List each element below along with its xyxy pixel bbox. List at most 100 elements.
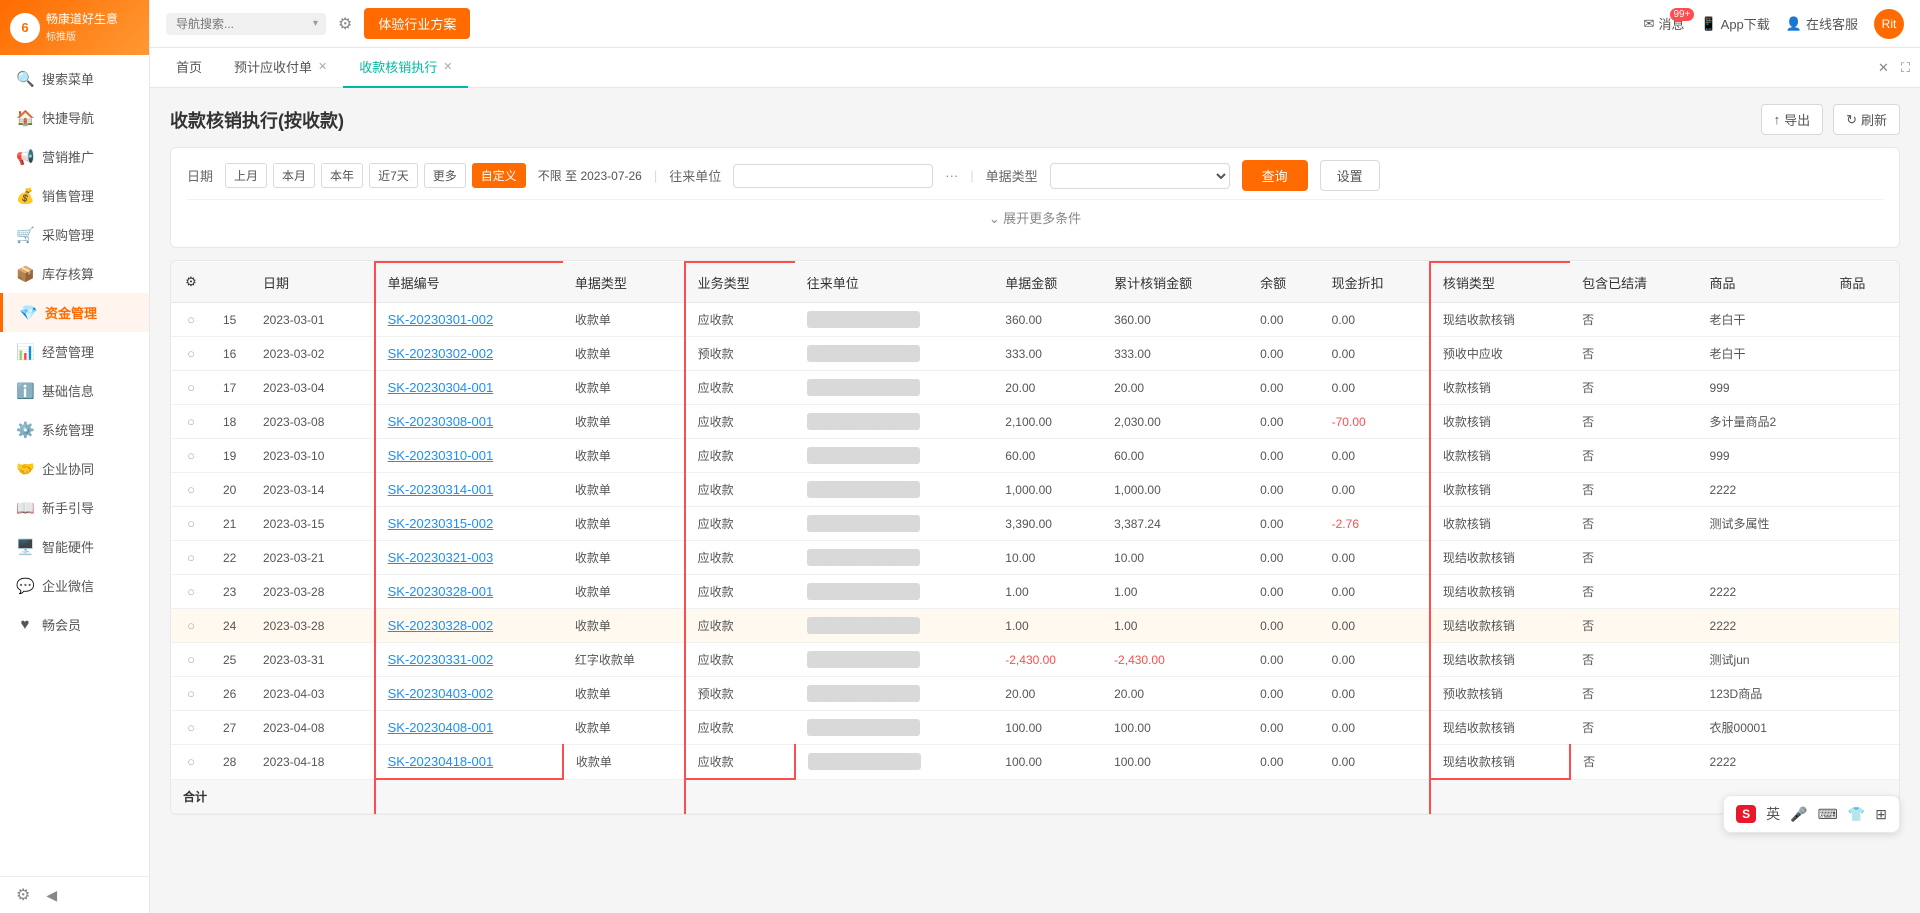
col-partner[interactable]: 往来单位 <box>795 262 993 303</box>
date-btn-更多[interactable]: 更多 <box>424 163 466 188</box>
cell-gear[interactable]: ○ <box>171 541 211 575</box>
cell-date: 2023-04-18 <box>251 745 375 780</box>
col-goods2[interactable]: 商品 <box>1827 262 1899 303</box>
cell-cashdiscount: 0.00 <box>1320 337 1430 371</box>
sougou-text-icon[interactable]: 英 <box>1766 804 1780 824</box>
app-download-button[interactable]: 📱 App下载 <box>1700 14 1769 33</box>
date-btn-近7天[interactable]: 近7天 <box>369 163 418 188</box>
cell-gear[interactable]: ○ <box>171 609 211 643</box>
docno-link[interactable]: SK-20230403-002 <box>388 686 494 701</box>
sidebar-item-quicknav[interactable]: 🏠快捷导航 <box>0 98 149 137</box>
cell-gear[interactable]: ○ <box>171 371 211 405</box>
cell-gear[interactable]: ○ <box>171 303 211 337</box>
col-docno[interactable]: 单据编号 <box>375 262 563 303</box>
col-gear[interactable]: ⚙ <box>171 262 211 303</box>
docno-link[interactable]: SK-20230301-002 <box>388 312 494 327</box>
sidebar-item-purchase[interactable]: 🛒采购管理 <box>0 215 149 254</box>
sidebar-collapse-icon[interactable]: ◀ <box>46 887 57 904</box>
service-button[interactable]: 👤 在线客服 <box>1786 14 1858 33</box>
docno-link[interactable]: SK-20230314-001 <box>388 482 494 497</box>
sidebar-item-basic[interactable]: ℹ️基础信息 <box>0 371 149 410</box>
col-date[interactable]: 日期 <box>251 262 375 303</box>
cell-gear[interactable]: ○ <box>171 575 211 609</box>
cell-gear[interactable]: ○ <box>171 711 211 745</box>
date-btn-custom[interactable]: 自定义 <box>472 163 526 188</box>
docno-link[interactable]: SK-20230331-002 <box>388 652 494 667</box>
export-button[interactable]: ↑ 导出 <box>1761 104 1824 135</box>
sidebar-item-sales[interactable]: 💰销售管理 <box>0 176 149 215</box>
partner-more[interactable]: ··· <box>945 168 958 183</box>
mic-icon[interactable]: 🎤 <box>1790 806 1807 823</box>
sidebar-item-system[interactable]: ⚙️系统管理 <box>0 410 149 449</box>
user-avatar[interactable]: Rit <box>1874 9 1904 39</box>
sidebar-item-hardware[interactable]: 🖥️智能硬件 <box>0 527 149 566</box>
query-button[interactable]: 查询 <box>1242 160 1308 191</box>
col-amount[interactable]: 单据金额 <box>993 262 1102 303</box>
cell-cumverify: 20.00 <box>1102 677 1248 711</box>
cell-gear[interactable]: ○ <box>171 439 211 473</box>
docno-link[interactable]: SK-20230328-001 <box>388 584 494 599</box>
docno-link[interactable]: SK-20230408-001 <box>388 720 494 735</box>
tab-close-icon[interactable]: ✕ <box>318 60 327 73</box>
shirt-icon[interactable]: 👕 <box>1848 806 1865 823</box>
cell-gear[interactable]: ○ <box>171 507 211 541</box>
cell-gear[interactable]: ○ <box>171 677 211 711</box>
date-btn-本月[interactable]: 本月 <box>273 163 315 188</box>
cell-gear[interactable]: ○ <box>171 643 211 677</box>
docno-link[interactable]: SK-20230328-002 <box>388 618 494 633</box>
cell-date: 2023-03-14 <box>251 473 375 507</box>
sidebar-item-finance[interactable]: 💎资金管理 <box>0 293 149 332</box>
col-goods[interactable]: 商品 <box>1698 262 1828 303</box>
tab-预计应收付单[interactable]: 预计应收付单✕ <box>218 48 343 88</box>
docno-link[interactable]: SK-20230310-001 <box>388 448 494 463</box>
grid-icon[interactable]: ⊞ <box>1875 806 1887 823</box>
doctype-select[interactable] <box>1050 163 1230 189</box>
docno-link[interactable]: SK-20230315-002 <box>388 516 494 531</box>
sidebar-item-guide[interactable]: 📖新手引导 <box>0 488 149 527</box>
tab-收款核销执行[interactable]: 收款核销执行✕ <box>343 48 468 88</box>
sidebar-item-search[interactable]: 🔍搜索菜单 <box>0 59 149 98</box>
keyboard-icon[interactable]: ⌨ <box>1818 806 1838 823</box>
docno-link[interactable]: SK-20230321-003 <box>388 550 494 565</box>
cell-gear[interactable]: ○ <box>171 405 211 439</box>
tab-首页[interactable]: 首页 <box>160 48 218 88</box>
plan-button[interactable]: 体验行业方案 <box>364 8 470 39</box>
date-btn-上月[interactable]: 上月 <box>225 163 267 188</box>
docno-link[interactable]: SK-20230302-002 <box>388 346 494 361</box>
col-verifytype[interactable]: 核销类型 <box>1430 262 1570 303</box>
date-btn-本年[interactable]: 本年 <box>321 163 363 188</box>
topbar-gear-icon[interactable]: ⚙ <box>338 14 352 34</box>
cell-gear[interactable]: ○ <box>171 745 211 780</box>
message-button[interactable]: ✉ 消息 99+ <box>1644 14 1685 33</box>
sidebar-item-operation[interactable]: 📊经营管理 <box>0 332 149 371</box>
sidebar-item-member[interactable]: ♥畅会员 <box>0 605 149 644</box>
sougou-icon[interactable]: S <box>1736 805 1756 823</box>
col-biztype[interactable]: 业务类型 <box>685 262 795 303</box>
sidebar-settings-icon[interactable]: ⚙ <box>16 885 30 905</box>
sidebar-item-corp[interactable]: 🤝企业协同 <box>0 449 149 488</box>
total-verifytype <box>1430 779 1570 813</box>
sidebar-item-marketing[interactable]: 📢营销推广 <box>0 137 149 176</box>
col-cumverify[interactable]: 累计核销金额 <box>1102 262 1248 303</box>
tab-close-all-icon[interactable]: ✕ <box>1878 60 1889 76</box>
col-balance[interactable]: 余额 <box>1248 262 1320 303</box>
settings-button[interactable]: 设置 <box>1320 160 1380 191</box>
expand-more-btn[interactable]: ⌄ 展开更多条件 <box>187 199 1883 235</box>
cell-gear[interactable]: ○ <box>171 337 211 371</box>
cell-gear[interactable]: ○ <box>171 473 211 507</box>
tab-expand-icon[interactable]: ⛶ <box>1901 60 1910 76</box>
docno-link[interactable]: SK-20230418-001 <box>388 754 494 769</box>
nav-search-input[interactable] <box>166 13 326 35</box>
sidebar-item-stock[interactable]: 📦库存核算 <box>0 254 149 293</box>
col-cashdiscount[interactable]: 现金折扣 <box>1320 262 1430 303</box>
total-incleared <box>1570 779 1697 813</box>
docno-link[interactable]: SK-20230308-001 <box>388 414 494 429</box>
cell-index: 21 <box>211 507 251 541</box>
col-doctype[interactable]: 单据类型 <box>563 262 685 303</box>
docno-link[interactable]: SK-20230304-001 <box>388 380 494 395</box>
refresh-button[interactable]: ↻ 刷新 <box>1833 104 1900 135</box>
sidebar-item-wechat[interactable]: 💬企业微信 <box>0 566 149 605</box>
partner-input[interactable] <box>733 164 933 188</box>
col-incleared[interactable]: 包含已结清 <box>1570 262 1697 303</box>
tab-close-icon[interactable]: ✕ <box>443 60 452 73</box>
